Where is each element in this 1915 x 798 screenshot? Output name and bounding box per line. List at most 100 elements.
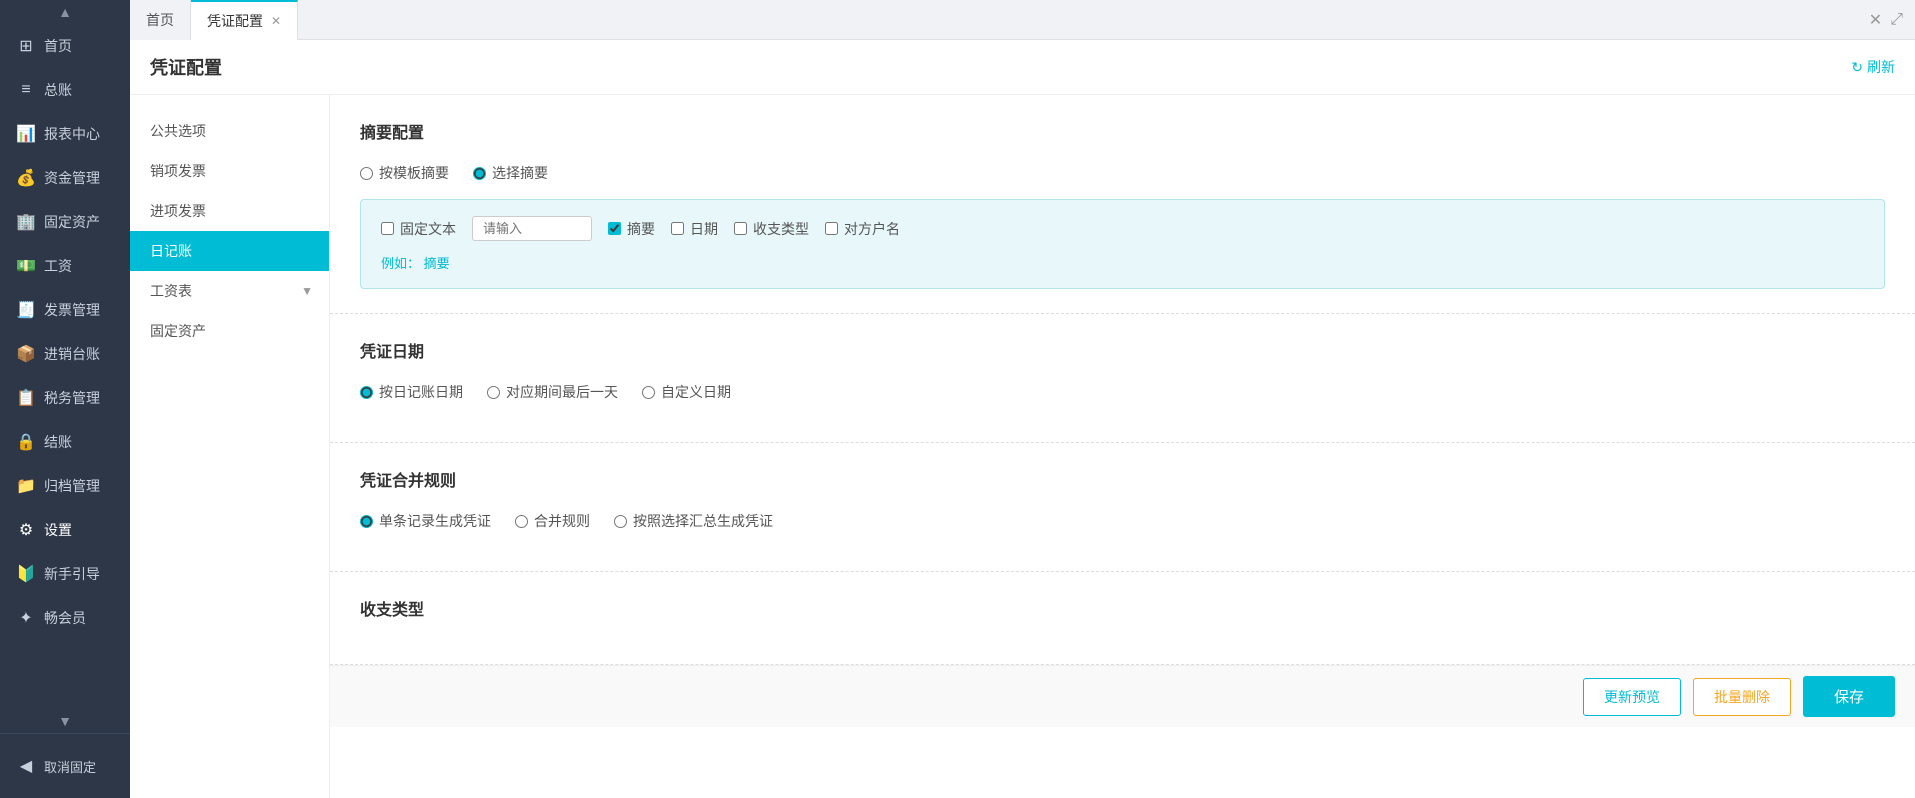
radio-single-record-input[interactable]: [360, 515, 373, 528]
sidebar-bottom: ◀ 取消固定: [0, 733, 130, 798]
refresh-button[interactable]: ↻ 刷新: [1851, 57, 1895, 77]
checkbox-income-type[interactable]: 收支类型: [734, 219, 809, 239]
asset-icon: 🏢: [16, 212, 36, 232]
tab-expand-icon[interactable]: ⤢: [1890, 11, 1903, 29]
radio-template-summary[interactable]: 按模板摘要: [360, 163, 449, 183]
fund-icon: 💰: [16, 168, 36, 188]
cancel-pin-button[interactable]: ◀ 取消固定: [0, 744, 130, 788]
income-type-title: 收支类型: [360, 596, 1885, 620]
archive-icon: 📁: [16, 476, 36, 496]
checkbox-date[interactable]: 日期: [671, 219, 718, 239]
voucher-date-section: 凭证日期 按日记账日期 对应期间最后一天 自定义日期: [330, 314, 1915, 443]
tab-voucher-config[interactable]: 凭证配置 ✕: [191, 0, 298, 40]
sidebar-item-ledger[interactable]: ≡ 总账: [0, 68, 130, 112]
page-content: 凭证配置 ↻ 刷新 公共选项 销项发票 进项发票 日记账: [130, 40, 1915, 798]
sidebar-item-close[interactable]: 🔒 结账: [0, 420, 130, 464]
checkbox-summary[interactable]: 摘要: [608, 219, 655, 239]
sidebar-item-home[interactable]: ⊞ 首页: [0, 24, 130, 68]
summary-config-title: 摘要配置: [360, 119, 1885, 143]
tab-close-window-icon[interactable]: ✕: [1869, 10, 1882, 30]
tab-home-label: 首页: [146, 10, 174, 30]
radio-merge-rule-input[interactable]: [515, 515, 528, 528]
radio-journal-date[interactable]: 按日记账日期: [360, 382, 463, 402]
radio-period-last-input[interactable]: [487, 386, 500, 399]
sidebar-item-archive[interactable]: 📁 归档管理: [0, 464, 130, 508]
radio-custom-date-label: 自定义日期: [661, 382, 731, 402]
radio-custom-date-input[interactable]: [642, 386, 655, 399]
fixed-text-input[interactable]: [472, 216, 592, 241]
left-nav-payroll-sheet-label: 工资表: [150, 283, 192, 299]
merge-rules-section: 凭证合并规则 单条记录生成凭证 合并规则 按照选择汇总生成凭证: [330, 443, 1915, 572]
radio-single-record-label: 单条记录生成凭证: [379, 511, 491, 531]
inventory-icon: 📦: [16, 344, 36, 364]
sidebar-item-invoice[interactable]: 🧾 发票管理: [0, 288, 130, 332]
radio-single-record[interactable]: 单条记录生成凭证: [360, 511, 491, 531]
checkbox-counterpart[interactable]: 对方户名: [825, 219, 900, 239]
left-nav-public[interactable]: 公共选项: [130, 111, 329, 151]
sidebar-item-settings[interactable]: ⚙ 设置: [0, 508, 130, 552]
tab-close-icon[interactable]: ✕: [271, 14, 281, 28]
sidebar-item-label: 税务管理: [44, 388, 100, 408]
cancel-pin-label: 取消固定: [44, 757, 96, 776]
radio-custom-date[interactable]: 自定义日期: [642, 382, 731, 402]
merge-rules-radio-group: 单条记录生成凭证 合并规则 按照选择汇总生成凭证: [360, 511, 1885, 531]
sidebar-item-fund[interactable]: 💰 资金管理: [0, 156, 130, 200]
sidebar-item-inventory[interactable]: 📦 进销台账: [0, 332, 130, 376]
radio-select-input[interactable]: [473, 167, 486, 180]
radio-journal-date-input[interactable]: [360, 386, 373, 399]
sidebar-item-label: 总账: [44, 80, 72, 100]
batch-delete-button[interactable]: 批量删除: [1693, 678, 1791, 716]
radio-template-input[interactable]: [360, 167, 373, 180]
report-icon: 📊: [16, 124, 36, 144]
checkbox-date-input[interactable]: [671, 222, 684, 235]
tab-home[interactable]: 首页: [130, 0, 191, 40]
left-nav-public-label: 公共选项: [150, 123, 206, 139]
sidebar-item-asset[interactable]: 🏢 固定资产: [0, 200, 130, 244]
sidebar-item-vip[interactable]: ✦ 畅会员: [0, 596, 130, 640]
radio-summary-generate-input[interactable]: [614, 515, 627, 528]
sidebar-item-label: 归档管理: [44, 476, 100, 496]
left-nav-payroll-sheet[interactable]: 工资表 ▼: [130, 271, 329, 311]
left-nav-purchase[interactable]: 进项发票: [130, 191, 329, 231]
checkbox-fixed-text-label: 固定文本: [400, 219, 456, 239]
merge-rules-title: 凭证合并规则: [360, 467, 1885, 491]
ledger-icon: ≡: [16, 81, 36, 99]
sidebar-item-report[interactable]: 📊 报表中心: [0, 112, 130, 156]
left-nav-journal[interactable]: 日记账: [130, 231, 329, 271]
left-nav-fixed-assets-label: 固定资产: [150, 323, 206, 339]
checkbox-counterpart-input[interactable]: [825, 222, 838, 235]
update-preview-button[interactable]: 更新预览: [1583, 678, 1681, 716]
sidebar: ▲ ⊞ 首页 ≡ 总账 📊 报表中心 💰 资金管理 🏢 固定资产 💵 工资 🧾 …: [0, 0, 130, 798]
sidebar-item-tax[interactable]: 📋 税务管理: [0, 376, 130, 420]
checkbox-income-type-input[interactable]: [734, 222, 747, 235]
content-layout: 公共选项 销项发票 进项发票 日记账 工资表 ▼ 固定资产: [130, 95, 1915, 798]
left-nav-sales[interactable]: 销项发票: [130, 151, 329, 191]
checkbox-fixed-text[interactable]: 固定文本: [381, 219, 456, 239]
save-button[interactable]: 保存: [1803, 676, 1895, 717]
checkbox-fixed-text-input[interactable]: [381, 222, 394, 235]
radio-period-last-label: 对应期间最后一天: [506, 382, 618, 402]
settings-icon: ⚙: [16, 520, 36, 540]
sidebar-scroll-up[interactable]: ▲: [0, 0, 130, 24]
checkbox-summary-input[interactable]: [608, 222, 621, 235]
radio-template-label: 按模板摘要: [379, 163, 449, 183]
radio-select-label: 选择摘要: [492, 163, 548, 183]
sidebar-item-label: 设置: [44, 520, 72, 540]
chevron-down-icon: ▼: [301, 284, 313, 298]
radio-select-summary[interactable]: 选择摘要: [473, 163, 548, 183]
page-title: 凭证配置: [150, 54, 222, 80]
sidebar-item-guide[interactable]: 🔰 新手引导: [0, 552, 130, 596]
vip-icon: ✦: [16, 608, 36, 628]
summary-options-box: 固定文本 摘要 日期: [360, 199, 1885, 289]
radio-summary-generate[interactable]: 按照选择汇总生成凭证: [614, 511, 773, 531]
sidebar-scroll-down[interactable]: ▼: [0, 709, 130, 733]
sidebar-item-label: 新手引导: [44, 564, 100, 584]
checkbox-counterpart-label: 对方户名: [844, 219, 900, 239]
sidebar-item-payroll[interactable]: 💵 工资: [0, 244, 130, 288]
radio-journal-date-label: 按日记账日期: [379, 382, 463, 402]
voucher-date-radio-group: 按日记账日期 对应期间最后一天 自定义日期: [360, 382, 1885, 402]
radio-period-last[interactable]: 对应期间最后一天: [487, 382, 618, 402]
radio-merge-rule[interactable]: 合并规则: [515, 511, 590, 531]
left-nav-fixed-assets[interactable]: 固定资产: [130, 311, 329, 351]
sidebar-item-label: 资金管理: [44, 168, 100, 188]
